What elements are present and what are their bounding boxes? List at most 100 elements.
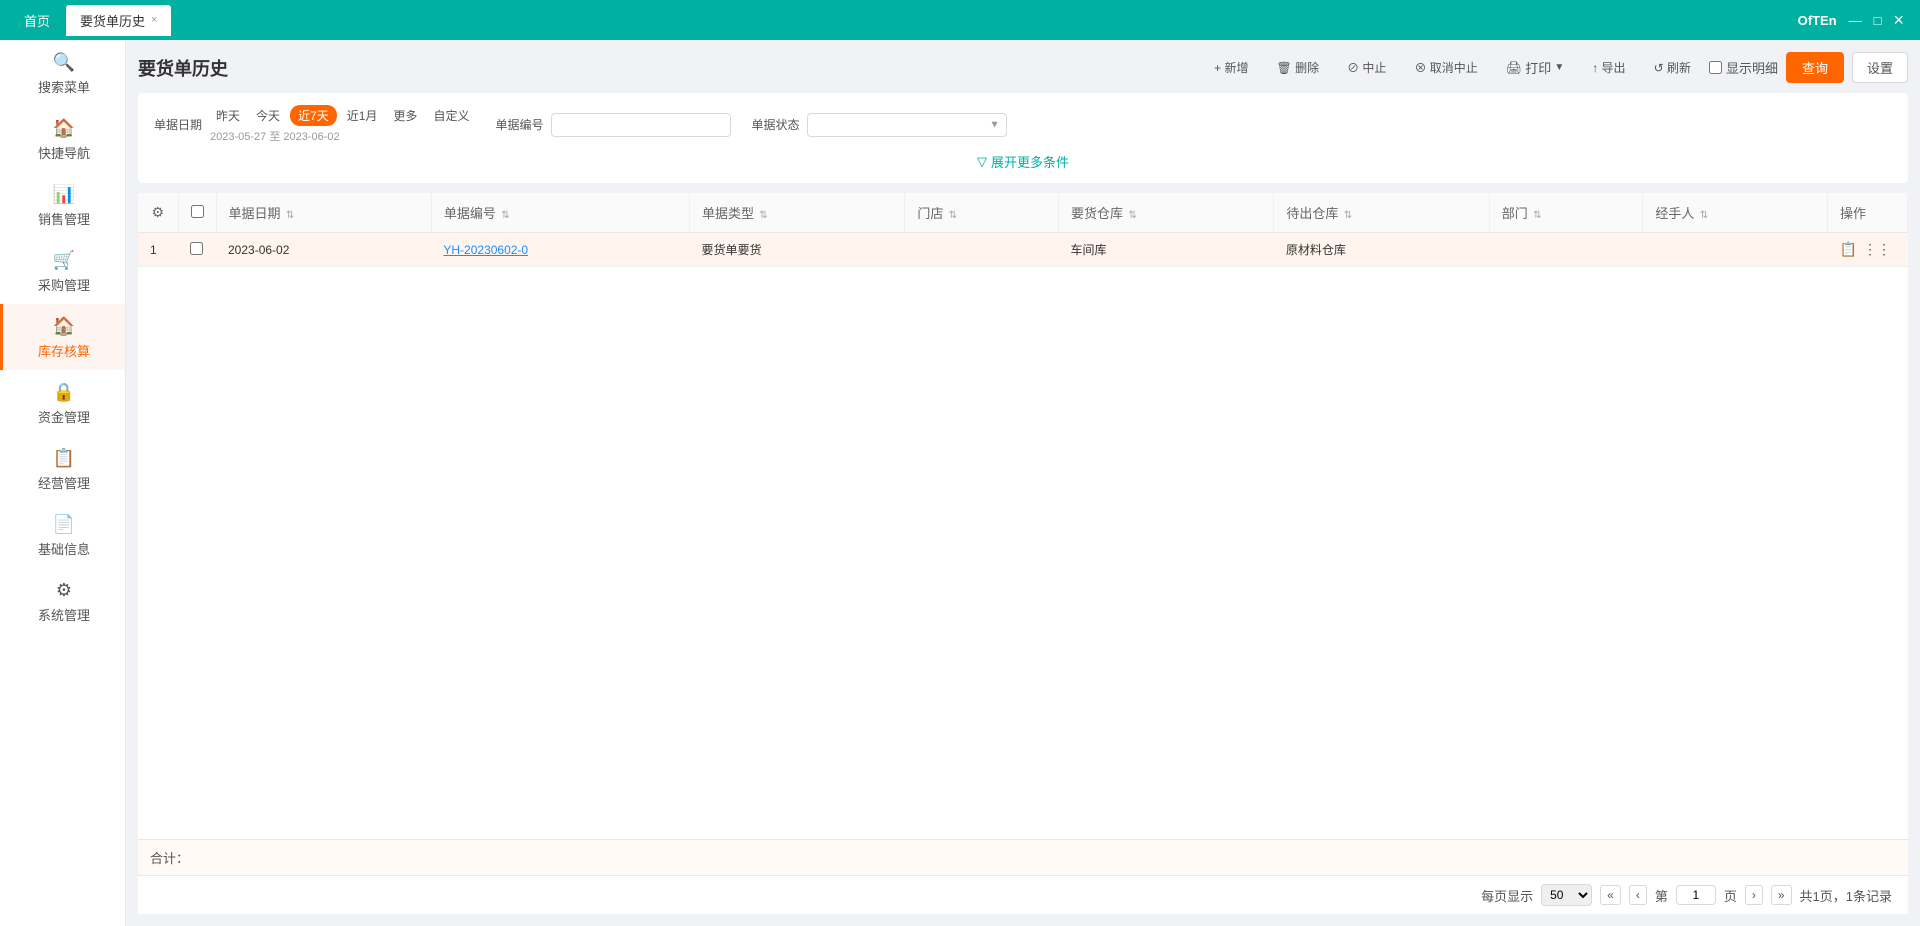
- th-doc-no: 单据编号 ⇅: [431, 193, 689, 233]
- shortcut-more[interactable]: 更多: [387, 105, 423, 126]
- table-scroll: ⚙ 单据日期 ⇅ 单据编号 ⇅: [138, 193, 1908, 839]
- status-filter-label: 单据状态: [751, 116, 799, 133]
- prev-page-button[interactable]: ‹: [1629, 885, 1647, 905]
- delete-button[interactable]: 🗑 删除: [1267, 54, 1330, 81]
- sidebar-item-search-menu[interactable]: 🔍 搜索菜单: [0, 40, 125, 106]
- sidebar-label-sys-mgmt: 系统管理: [38, 605, 90, 624]
- th-checkbox: [178, 193, 216, 233]
- shortcut-today[interactable]: 今天: [250, 105, 286, 126]
- print-button[interactable]: 🖨 打印 ▼: [1496, 53, 1574, 82]
- last-page-button[interactable]: »: [1771, 885, 1792, 905]
- th-pending-warehouse-label: 待出仓库: [1286, 206, 1338, 221]
- sidebar-label-quick-nav: 快捷导航: [38, 143, 90, 162]
- sort-doc-type-icon[interactable]: ⇅: [759, 210, 767, 221]
- th-store: 门店 ⇅: [905, 193, 1059, 233]
- window-close-icon[interactable]: ×: [1893, 10, 1904, 31]
- filter-panel: 单据日期 昨天 今天 近7天 近1月 更多 自定义 2023-05-27 至 2…: [138, 93, 1908, 183]
- sys-mgmt-icon: ⚙: [56, 580, 72, 601]
- sidebar-label-search-menu: 搜索菜单: [38, 77, 90, 96]
- action-view-icon[interactable]: 📋: [1840, 241, 1857, 258]
- cancel-stop-button[interactable]: ⊗ 取消中止: [1404, 54, 1487, 81]
- sort-doc-no-icon[interactable]: ⇅: [501, 210, 509, 221]
- shortcut-7days[interactable]: 近7天: [290, 105, 337, 126]
- tab-home[interactable]: 首页: [10, 5, 64, 36]
- td-doc-date: 2023-06-02: [216, 233, 431, 267]
- next-page-button[interactable]: ›: [1745, 885, 1763, 905]
- td-action: 📋 ⋮⋮: [1828, 233, 1908, 267]
- top-bar-right: OfTEn — □ ×: [1798, 10, 1920, 31]
- expand-more-button[interactable]: ▽ 展开更多条件: [977, 152, 1069, 171]
- display-detail-label[interactable]: 显示明细: [1709, 58, 1778, 77]
- th-settings: ⚙: [138, 193, 178, 233]
- sort-dept-icon[interactable]: ⇅: [1533, 210, 1541, 221]
- sidebar-item-sys-mgmt[interactable]: ⚙ 系统管理: [0, 568, 125, 634]
- page-number-input[interactable]: [1676, 885, 1716, 905]
- expand-label: 展开更多条件: [991, 152, 1069, 171]
- sort-pending-warehouse-icon[interactable]: ⇅: [1344, 210, 1352, 221]
- filter-row: 单据日期 昨天 今天 近7天 近1月 更多 自定义 2023-05-27 至 2…: [154, 105, 1892, 144]
- td-doc-no[interactable]: YH-20230602-0: [431, 233, 689, 267]
- display-detail-checkbox[interactable]: [1709, 61, 1722, 74]
- sidebar-label-operations: 经营管理: [38, 473, 90, 492]
- status-select[interactable]: [807, 113, 1007, 137]
- table-body: 1 2023-06-02 YH-20230602-0 要货单要货 车间库 原材料…: [138, 233, 1908, 267]
- sort-doc-date-icon[interactable]: ⇅: [286, 210, 294, 221]
- date-filter-label: 单据日期: [154, 116, 202, 133]
- page-suffix: 页: [1724, 886, 1737, 905]
- th-doc-type-label: 单据类型: [702, 206, 754, 221]
- sidebar-item-basic-info[interactable]: 📄 基础信息: [0, 502, 125, 568]
- status-select-wrapper: [807, 113, 1007, 137]
- sort-store-icon[interactable]: ⇅: [949, 210, 957, 221]
- sidebar-label-inventory: 库存核算: [38, 341, 90, 360]
- row-checkbox[interactable]: [190, 242, 203, 255]
- date-range-display: 2023-05-27 至 2023-06-02: [210, 128, 475, 144]
- td-doc-type: 要货单要货: [689, 233, 904, 267]
- shortcut-custom[interactable]: 自定义: [427, 105, 475, 126]
- sidebar-item-finance[interactable]: 🔒 资金管理: [0, 370, 125, 436]
- inventory-icon: 🏠: [53, 316, 75, 337]
- tab-close-icon[interactable]: ×: [151, 14, 157, 26]
- select-all-checkbox[interactable]: [191, 205, 204, 218]
- sort-handler-icon[interactable]: ⇅: [1700, 210, 1708, 221]
- settings-button[interactable]: 设置: [1852, 52, 1908, 83]
- export-button[interactable]: ↑ 导出: [1582, 54, 1635, 81]
- expand-icon: ▽: [977, 154, 987, 170]
- sidebar-label-finance: 资金管理: [38, 407, 90, 426]
- refresh-button[interactable]: ↺ 刷新: [1644, 54, 1701, 81]
- query-button[interactable]: 查询: [1786, 52, 1844, 83]
- th-pending-warehouse: 待出仓库 ⇅: [1274, 193, 1489, 233]
- shortcut-1month[interactable]: 近1月: [341, 105, 384, 126]
- page-size-label: 每页显示: [1481, 886, 1533, 905]
- tab-active[interactable]: 要货单历史 ×: [66, 5, 171, 36]
- sort-req-warehouse-icon[interactable]: ⇅: [1128, 210, 1136, 221]
- print-label: 打印: [1525, 58, 1551, 77]
- window-minimize-icon[interactable]: —: [1849, 13, 1862, 28]
- total-label: 共1页，1条记录: [1800, 886, 1892, 905]
- th-doc-type: 单据类型 ⇅: [689, 193, 904, 233]
- page-input-prefix: 第: [1655, 886, 1668, 905]
- td-req-warehouse: 车间库: [1058, 233, 1273, 267]
- sidebar-item-sales-mgmt[interactable]: 📊 销售管理: [0, 172, 125, 238]
- column-settings-icon[interactable]: ⚙: [151, 204, 164, 220]
- shortcut-yesterday[interactable]: 昨天: [210, 105, 246, 126]
- td-no: 1: [138, 233, 178, 267]
- basic-info-icon: 📄: [53, 514, 75, 535]
- docno-filter-label: 单据编号: [495, 116, 543, 133]
- first-page-button[interactable]: «: [1600, 885, 1621, 905]
- table-header: ⚙ 单据日期 ⇅ 单据编号 ⇅: [138, 193, 1908, 233]
- new-button[interactable]: + 新增: [1204, 54, 1258, 81]
- page-size-select[interactable]: 10 20 50 100: [1541, 884, 1592, 906]
- sidebar-item-quick-nav[interactable]: 🏠 快捷导航: [0, 106, 125, 172]
- summary-label: 合计：: [150, 848, 189, 867]
- action-more-icon[interactable]: ⋮⋮: [1863, 241, 1891, 258]
- stop-button[interactable]: ⊘ 中止: [1337, 54, 1396, 81]
- sidebar-item-operations[interactable]: 📋 经营管理: [0, 436, 125, 502]
- th-action: 操作: [1828, 193, 1908, 233]
- window-maximize-icon[interactable]: □: [1874, 13, 1882, 28]
- docno-input[interactable]: [551, 113, 731, 137]
- quick-nav-icon: 🏠: [53, 118, 75, 139]
- table-row: 1 2023-06-02 YH-20230602-0 要货单要货 车间库 原材料…: [138, 233, 1908, 267]
- footer-summary: 合计：: [138, 839, 1908, 875]
- sidebar-item-inventory[interactable]: 🏠 库存核算: [0, 304, 125, 370]
- sidebar-item-purchase-mgmt[interactable]: 🛒 采购管理: [0, 238, 125, 304]
